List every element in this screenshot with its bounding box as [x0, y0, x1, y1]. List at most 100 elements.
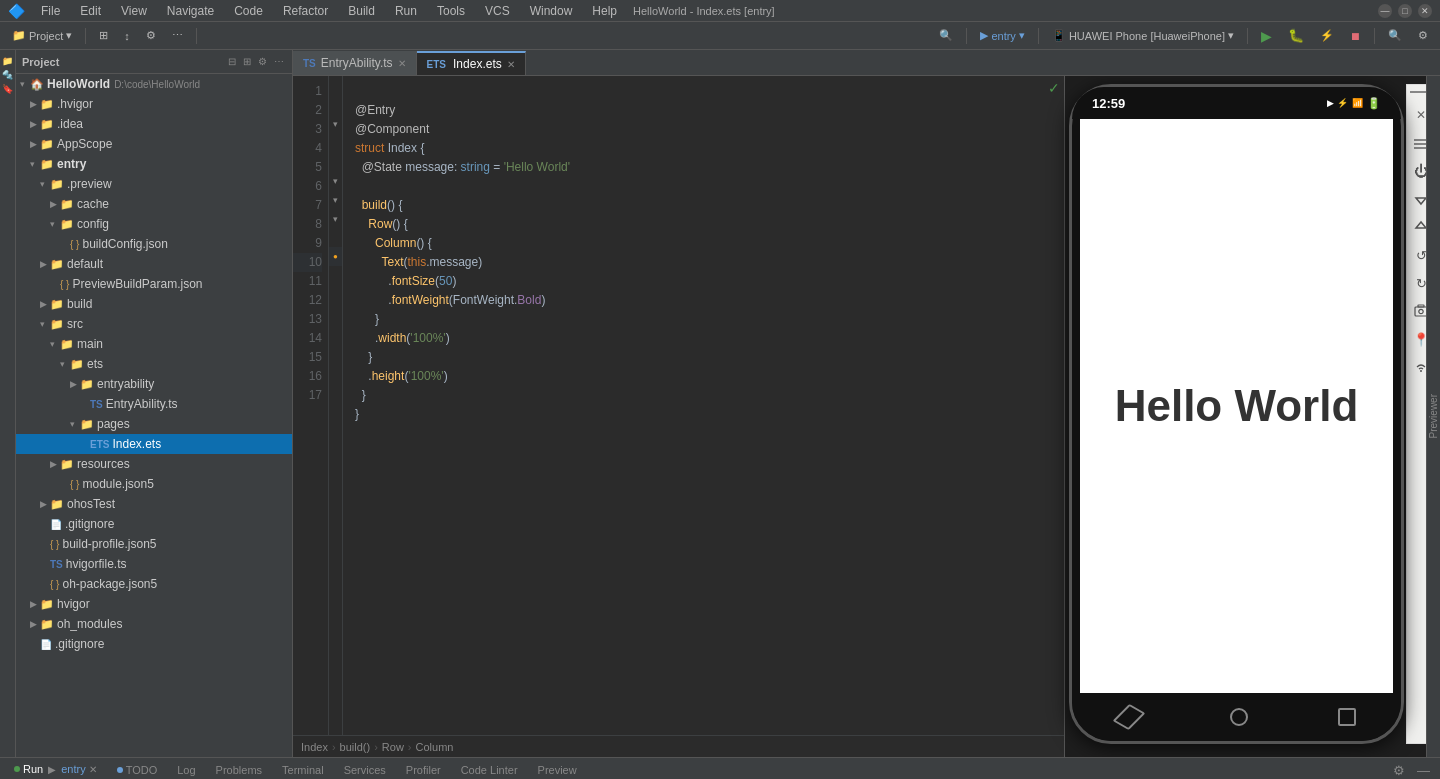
tree-item-cache[interactable]: ▶ 📁 cache: [16, 194, 292, 214]
panel-more-button[interactable]: ⋯: [272, 55, 286, 68]
bc-build[interactable]: build(): [340, 741, 371, 753]
maximize-button[interactable]: □: [1398, 4, 1412, 18]
phone-home-btn[interactable]: [1230, 708, 1248, 726]
menu-run[interactable]: Run: [391, 2, 421, 20]
debug-button[interactable]: 🐛: [1282, 25, 1310, 47]
tree-item-hvigor-root[interactable]: ▶ 📁 hvigor: [16, 594, 292, 614]
tab-log-label: Log: [177, 764, 195, 776]
menu-window[interactable]: Window: [526, 2, 577, 20]
tree-item-default[interactable]: ▶ 📁 default: [16, 254, 292, 274]
toolbar-sync[interactable]: ↕: [118, 25, 136, 47]
toolbar-settings[interactable]: ⚙: [140, 25, 162, 47]
tab-indexets[interactable]: ETS Index.ets ✕: [417, 51, 526, 75]
tree-item-ets[interactable]: ▾ 📁 ets: [16, 354, 292, 374]
bc-column[interactable]: Column: [416, 741, 454, 753]
tree-item-gitignore-root[interactable]: ▶ 📄 .gitignore: [16, 634, 292, 654]
tree-item-resources[interactable]: ▶ 📁 resources: [16, 454, 292, 474]
minimize-button[interactable]: —: [1378, 4, 1392, 18]
bottom-tabs-bar: Run ▶ entry ✕ TODO Log Problems Terminal…: [0, 758, 1440, 779]
tab-profiler[interactable]: Profiler: [398, 759, 449, 779]
tree-item-gitignore[interactable]: ▶ 📄 .gitignore: [16, 514, 292, 534]
menu-navigate[interactable]: Navigate: [163, 2, 218, 20]
tab-preview[interactable]: Preview: [530, 759, 585, 779]
tree-item-idea[interactable]: ▶ 📁 .idea: [16, 114, 292, 134]
tree-item-preview[interactable]: ▾ 📁 .preview: [16, 174, 292, 194]
tree-item-helloworld[interactable]: ▾ 🏠 HelloWorld D:\code\HelloWorld: [16, 74, 292, 94]
profile-button[interactable]: ⚡: [1314, 25, 1340, 47]
tree-item-build[interactable]: ▶ 📁 build: [16, 294, 292, 314]
tree-item-hvigorfile[interactable]: ▶ TS hvigorfile.ts: [16, 554, 292, 574]
project-icon[interactable]: 📁: [1, 54, 15, 68]
tree-item-buildconfig[interactable]: ▶ { } buildConfig.json: [16, 234, 292, 254]
toolbar-more[interactable]: ⋯: [166, 25, 189, 47]
tree-item-modulejson[interactable]: ▶ { } module.json5: [16, 474, 292, 494]
tree-item-ohmodules[interactable]: ▶ 📁 oh_modules: [16, 614, 292, 634]
menu-file[interactable]: File: [37, 2, 64, 20]
tab-entryability[interactable]: TS EntryAbility.ts ✕: [293, 51, 417, 75]
phone-back-btn[interactable]: [1112, 704, 1145, 730]
tree-item-appscope[interactable]: ▶ 📁 AppScope: [16, 134, 292, 154]
fold-build[interactable]: ▾: [329, 171, 342, 190]
menu-vcs[interactable]: VCS: [481, 2, 514, 20]
menu-tools[interactable]: Tools: [433, 2, 469, 20]
panel-settings-button[interactable]: ⚙: [256, 55, 269, 68]
tree-item-ohpackage[interactable]: ▶ { } oh-package.json5: [16, 574, 292, 594]
stop-button[interactable]: ⏹: [1344, 25, 1367, 47]
search-everywhere-button[interactable]: 🔍: [1382, 25, 1408, 47]
menu-view[interactable]: View: [117, 2, 151, 20]
tree-item-buildprofile[interactable]: ▶ { } build-profile.json5: [16, 534, 292, 554]
menu-code[interactable]: Code: [230, 2, 267, 20]
tree-item-main[interactable]: ▾ 📁 main: [16, 334, 292, 354]
tab-problems[interactable]: Problems: [208, 759, 270, 779]
tree-item-src[interactable]: ▾ 📁 src: [16, 314, 292, 334]
tab-terminal[interactable]: Terminal: [274, 759, 332, 779]
run-close-btn[interactable]: ✕: [89, 764, 97, 775]
fold-row[interactable]: ▾: [329, 190, 342, 209]
tab-indexets-close[interactable]: ✕: [507, 59, 515, 70]
menu-build[interactable]: Build: [344, 2, 379, 20]
structure-icon[interactable]: 🔩: [1, 68, 15, 82]
tab-services[interactable]: Services: [336, 759, 394, 779]
code-content[interactable]: @Entry @Component struct Index { @State …: [343, 76, 1064, 735]
menu-help[interactable]: Help: [588, 2, 621, 20]
tab-run[interactable]: Run ▶ entry ✕: [6, 759, 105, 779]
tab-todo[interactable]: TODO: [109, 759, 166, 779]
line-num-2: 2: [293, 101, 322, 120]
device-selector-button[interactable]: 📱 HUAWEI Phone [HuaweiPhone] ▾: [1046, 25, 1240, 47]
fold-col[interactable]: ▾: [329, 209, 342, 228]
fold-struct[interactable]: ▾: [329, 114, 342, 133]
bottom-close-btn[interactable]: —: [1413, 763, 1434, 778]
toolbar-collapse-all[interactable]: ⊞: [93, 25, 114, 47]
settings-button[interactable]: ⚙: [1412, 25, 1434, 47]
project-dropdown-button[interactable]: 📁 Project ▾: [6, 25, 78, 47]
collapse-all-button[interactable]: ⊟: [226, 55, 238, 68]
bc-row[interactable]: Row: [382, 741, 404, 753]
tree-item-pages[interactable]: ▾ 📁 pages: [16, 414, 292, 434]
tree-item-hvigor[interactable]: ▶ 📁 .hvigor: [16, 94, 292, 114]
tab-codelinter[interactable]: Code Linter: [453, 759, 526, 779]
tab-log[interactable]: Log: [169, 759, 203, 779]
tree-item-entryability-ts[interactable]: ▶ TS EntryAbility.ts: [16, 394, 292, 414]
tree-item-previewbuild[interactable]: ▶ { } PreviewBuildParam.json: [16, 274, 292, 294]
tree-item-config[interactable]: ▾ 📁 config: [16, 214, 292, 234]
menu-edit[interactable]: Edit: [76, 2, 105, 20]
close-button[interactable]: ✕: [1418, 4, 1432, 18]
phone-preview-area: 12:59 ▶ ⚡ 📶 🔋 Hello World: [1064, 76, 1440, 757]
preview-side-label[interactable]: Previewer: [1428, 394, 1439, 438]
bc-index[interactable]: Index: [301, 741, 328, 753]
phone-recent-btn[interactable]: [1338, 708, 1356, 726]
bottom-settings-btn[interactable]: ⚙: [1389, 763, 1409, 778]
menu-refactor[interactable]: Refactor: [279, 2, 332, 20]
tree-item-entryability[interactable]: ▶ 📁 entryability: [16, 374, 292, 394]
tree-item-index-ets[interactable]: ▶ ETS Index.ets: [16, 434, 292, 454]
tab-entryability-close[interactable]: ✕: [398, 58, 406, 69]
tab-run-label: Run: [23, 763, 43, 775]
expand-all-button[interactable]: ⊞: [241, 55, 253, 68]
toolbar-separator-3: [966, 28, 967, 44]
tree-item-entry[interactable]: ▾ 📁 entry: [16, 154, 292, 174]
entry-config-button[interactable]: ▶ entry ▾: [974, 25, 1030, 47]
bookmarks-icon[interactable]: 🔖: [1, 82, 15, 96]
tree-item-ohostest[interactable]: ▶ 📁 ohosTest: [16, 494, 292, 514]
toolbar-search[interactable]: 🔍: [933, 25, 959, 47]
run-button[interactable]: ▶: [1255, 25, 1278, 47]
